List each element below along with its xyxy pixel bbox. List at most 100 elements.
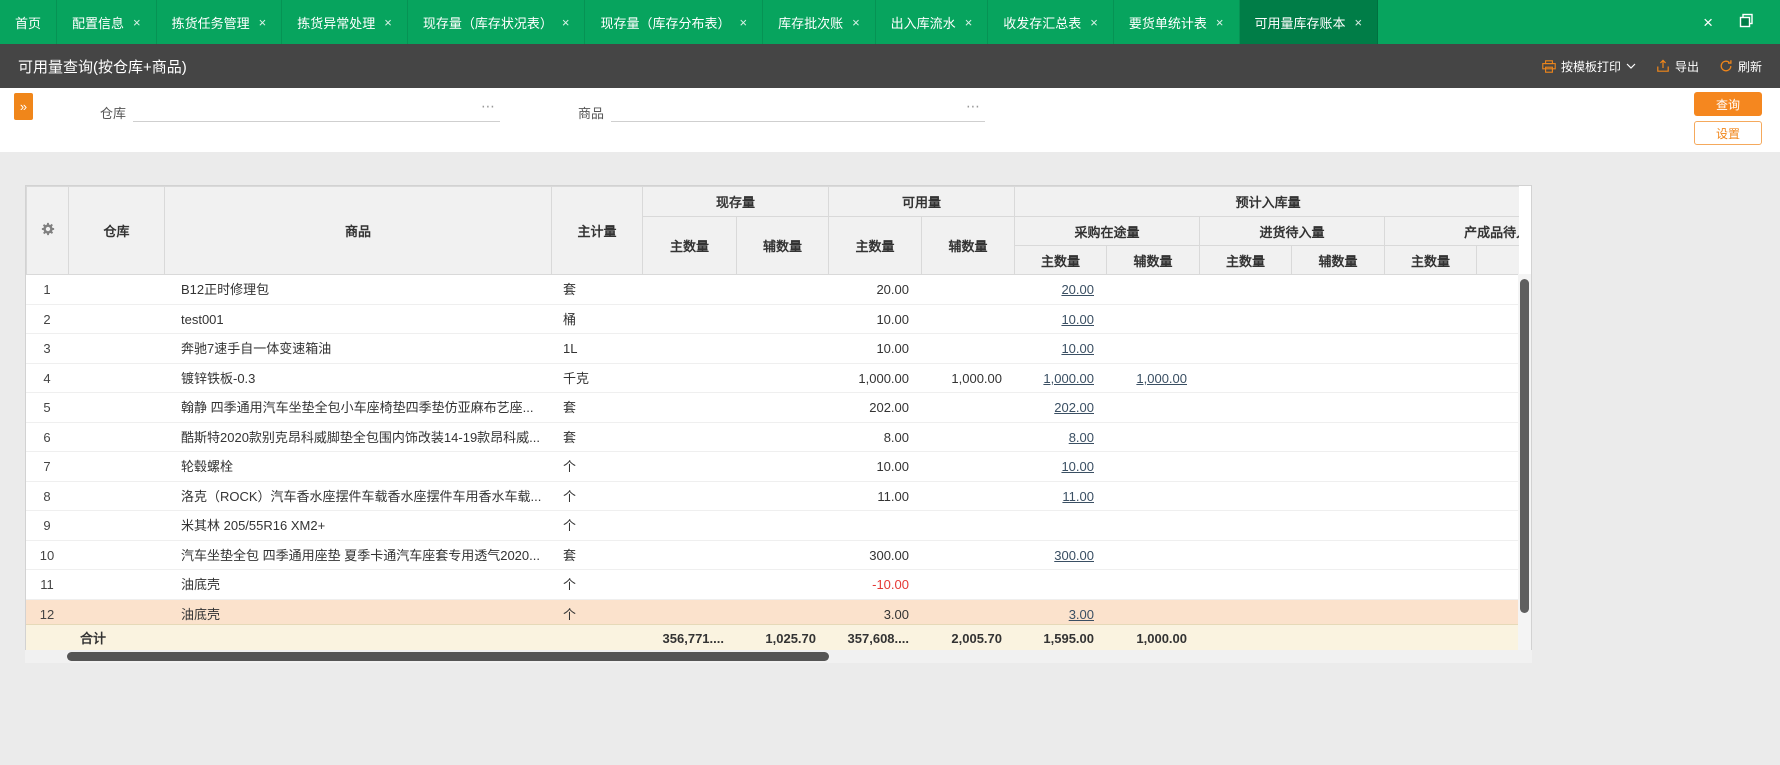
cell-warehouse xyxy=(68,541,164,570)
tab-close-icon[interactable]: × xyxy=(133,16,141,29)
table-row[interactable]: 2 test001 桶 10.00 10.00 xyxy=(26,304,1519,334)
header-incoming-main-qty[interactable]: 主数量 xyxy=(1199,245,1293,275)
cell-available-main: 20.00 xyxy=(876,282,909,297)
refresh-button[interactable]: 刷新 xyxy=(1719,58,1762,75)
cell-available-main: 300.00 xyxy=(869,547,909,563)
close-all-tabs-icon[interactable]: × xyxy=(1703,14,1713,31)
tab[interactable]: 配置信息 × xyxy=(57,0,157,44)
table-row[interactable]: 6 酷斯特2020款别克昂科威脚垫全包围内饰改装14-19款昂科威... 套 8… xyxy=(26,422,1519,452)
tab[interactable]: 拣货异常处理 × xyxy=(282,0,408,44)
total-available-main: 357,608.... xyxy=(847,631,909,646)
cell-product: 镀锌铁板-0.3 xyxy=(181,370,256,386)
cell-purchase-transit-main[interactable]: 10.00 xyxy=(1014,305,1106,334)
cell-purchase-transit-main[interactable]: 20.00 xyxy=(1014,275,1106,304)
cell-purchase-transit-aux xyxy=(1106,393,1199,422)
table-row[interactable]: 9 米其林 205/55R16 XM2+ 个 xyxy=(26,511,1519,541)
tab[interactable]: 首页 xyxy=(0,0,58,44)
tab-close-icon[interactable]: × xyxy=(965,16,973,29)
cell-purchase-transit-main[interactable]: 3.00 xyxy=(1014,600,1106,625)
horizontal-scrollbar-thumb[interactable] xyxy=(67,652,829,661)
tab-close-icon[interactable]: × xyxy=(384,16,392,29)
cell-incoming-aux xyxy=(1291,570,1384,599)
cell-purchase-transit-main[interactable]: 8.00 xyxy=(1014,423,1106,452)
cell-current-aux xyxy=(736,511,828,540)
header-finished-main-qty[interactable]: 主数量 xyxy=(1384,245,1478,275)
header-warehouse[interactable]: 仓库 xyxy=(68,186,165,275)
cell-warehouse xyxy=(68,511,164,540)
cell-purchase-transit-main[interactable]: 300.00 xyxy=(1014,541,1106,570)
table-row[interactable]: 8 洛克（ROCK）汽车香水座摆件车载香水座摆件车用香水车载... 个 11.0… xyxy=(26,481,1519,511)
cell-purchase-transit-aux[interactable]: 1,000.00 xyxy=(1106,364,1199,393)
header-purchase-transit-main-qty[interactable]: 主数量 xyxy=(1014,245,1108,275)
cell-finished-main xyxy=(1384,600,1476,625)
vertical-scrollbar-thumb[interactable] xyxy=(1520,279,1529,613)
product-picker-icon[interactable]: ⋯ xyxy=(962,98,985,115)
tab[interactable]: 要货单统计表 × xyxy=(1114,0,1240,44)
tab-close-icon[interactable]: × xyxy=(1216,16,1224,29)
table-row[interactable]: 5 翰静 四季通用汽车坐垫全包小车座椅垫四季垫仿亚麻布艺座... 套 202.0… xyxy=(26,393,1519,423)
cell-purchase-transit-main[interactable]: 10.00 xyxy=(1014,452,1106,481)
printer-icon xyxy=(1542,59,1556,73)
vertical-scrollbar[interactable] xyxy=(1518,274,1531,651)
cell-available-aux: 1,000.00 xyxy=(951,370,1002,386)
tab[interactable]: 拣货任务管理 × xyxy=(157,0,283,44)
cell-finished-aux xyxy=(1476,511,1519,540)
cell-available-aux xyxy=(921,541,1014,570)
cell-incoming-main xyxy=(1199,482,1291,511)
tab-close-icon[interactable]: × xyxy=(1355,16,1363,29)
tab[interactable]: 可用量库存账本 × xyxy=(1239,0,1379,44)
tab[interactable]: 收发存汇总表 × xyxy=(988,0,1114,44)
cell-purchase-transit-main[interactable]: 11.00 xyxy=(1014,482,1106,511)
collapse-filter-button[interactable]: » xyxy=(14,93,33,120)
header-product[interactable]: 商品 xyxy=(164,186,552,275)
cell-purchase-transit-main[interactable]: 10.00 xyxy=(1014,334,1106,363)
header-unit[interactable]: 主计量 xyxy=(551,186,643,275)
horizontal-scrollbar[interactable] xyxy=(25,650,1532,663)
column-settings-button[interactable] xyxy=(26,186,69,275)
header-purchase-transit-aux-qty[interactable]: 辅数量 xyxy=(1106,245,1201,275)
cell-current-main xyxy=(642,452,736,481)
cell-available-aux xyxy=(921,393,1014,422)
tab[interactable]: 现存量（库存分布表） × xyxy=(585,0,764,44)
tab-label: 配置信息 xyxy=(72,15,125,31)
query-button[interactable]: 查询 xyxy=(1694,92,1762,116)
export-button[interactable]: 导出 xyxy=(1656,58,1699,75)
header-finished-aux-qty[interactable]: 辅数量 xyxy=(1476,245,1519,275)
warehouse-input[interactable] xyxy=(133,93,477,120)
cell-unit: 个 xyxy=(563,518,577,533)
table-row[interactable]: 10 汽车坐垫全包 四季通用座垫 夏季卡通汽车座套专用透气2020... 套 3… xyxy=(26,540,1519,570)
tab-close-icon[interactable]: × xyxy=(1090,16,1098,29)
tab[interactable]: 库存批次账 × xyxy=(763,0,876,44)
cell-finished-main xyxy=(1384,482,1476,511)
restore-window-icon[interactable] xyxy=(1739,13,1754,31)
cell-purchase-transit-main[interactable]: 202.00 xyxy=(1014,393,1106,422)
header-available-main-qty[interactable]: 主数量 xyxy=(828,216,923,275)
table-row[interactable]: 4 镀锌铁板-0.3 千克 1,000.00 1,000.00 1,000.00… xyxy=(26,363,1519,393)
cell-purchase-transit-main[interactable]: 1,000.00 xyxy=(1014,364,1106,393)
cell-current-main xyxy=(642,393,736,422)
header-current-aux-qty[interactable]: 辅数量 xyxy=(735,216,830,275)
warehouse-picker-icon[interactable]: ⋯ xyxy=(477,98,500,115)
tab[interactable]: 现存量（库存状况表） × xyxy=(408,0,586,44)
settings-button[interactable]: 设置 xyxy=(1694,121,1762,145)
header-available-aux-qty[interactable]: 辅数量 xyxy=(921,216,1016,275)
table-row[interactable]: 1 B12正时修理包 套 20.00 20.00 xyxy=(26,275,1519,305)
tab-close-icon[interactable]: × xyxy=(739,16,747,29)
product-input[interactable] xyxy=(611,93,962,120)
print-by-template-button[interactable]: 按模板打印 xyxy=(1542,58,1636,75)
table-row[interactable]: 11 油底壳 个 -10.00 xyxy=(26,570,1519,600)
header-sub-finished-goods: 产成品待入量 xyxy=(1384,216,1519,246)
cell-available-main: -10.00 xyxy=(872,577,909,592)
table-row[interactable]: 7 轮毂螺栓 个 10.00 10.00 xyxy=(26,452,1519,482)
header-incoming-aux-qty[interactable]: 辅数量 xyxy=(1291,245,1386,275)
tab-close-icon[interactable]: × xyxy=(259,16,267,29)
tab-close-icon[interactable]: × xyxy=(852,16,860,29)
tab-close-icon[interactable]: × xyxy=(562,16,570,29)
chevron-down-icon[interactable] xyxy=(1626,63,1636,69)
tab[interactable]: 出入库流水 × xyxy=(876,0,989,44)
cell-available-main: 11.00 xyxy=(877,488,909,504)
cell-current-main xyxy=(642,511,736,540)
header-current-main-qty[interactable]: 主数量 xyxy=(642,216,737,275)
table-row[interactable]: 12 油底壳 个 3.00 3.00 xyxy=(26,599,1519,625)
table-row[interactable]: 3 奔驰7速手自一体变速箱油 1L 10.00 10.00 xyxy=(26,334,1519,364)
